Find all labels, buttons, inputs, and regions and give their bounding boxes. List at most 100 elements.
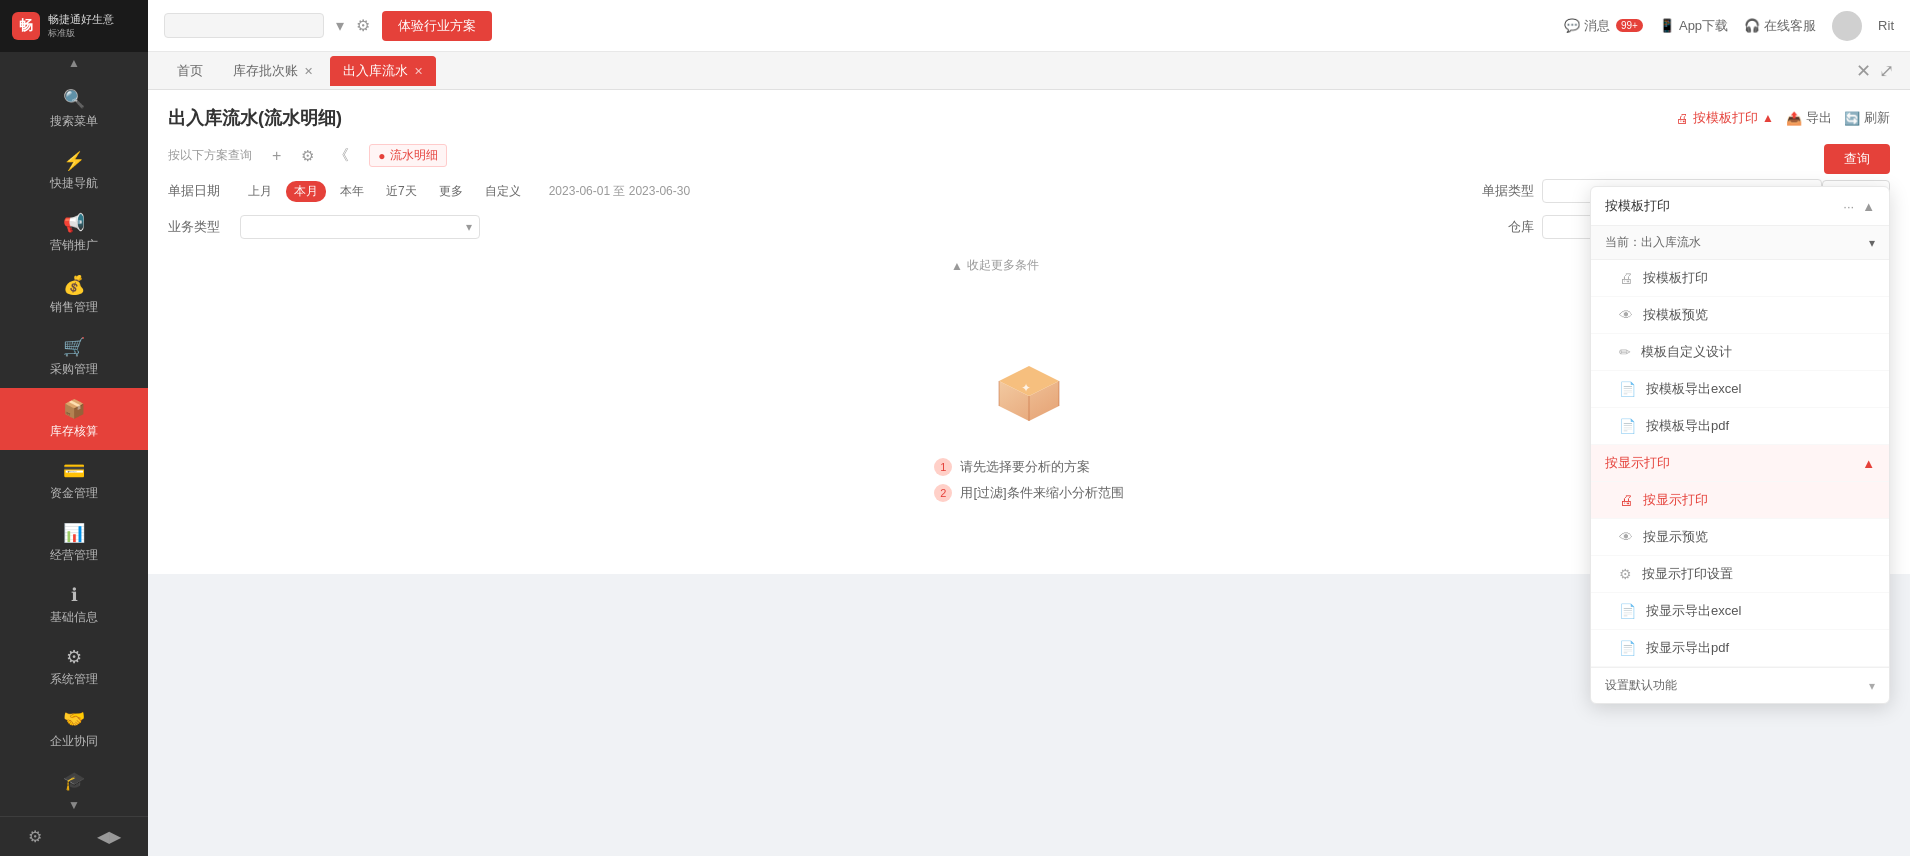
topbar-notification[interactable]: 💬 消息 99+ bbox=[1564, 17, 1643, 35]
topbar-avatar[interactable] bbox=[1832, 11, 1862, 41]
sidebar-item-quick-nav[interactable]: ⚡快捷导航 bbox=[0, 140, 148, 202]
empty-icon: ✦ bbox=[979, 346, 1079, 446]
filter-collapse-row[interactable]: ▲ 收起更多条件 bbox=[168, 251, 1822, 274]
sidebar-scroll-down[interactable]: ▼ bbox=[0, 794, 148, 816]
topbar-industry-button[interactable]: 体验行业方案 bbox=[382, 11, 492, 41]
export-label: 导出 bbox=[1806, 109, 1832, 127]
sidebar-icon-quick-nav: ⚡ bbox=[63, 150, 85, 172]
dropdown-item-display-pdf[interactable]: 📄 按显示导出pdf bbox=[1591, 630, 1889, 667]
sidebar-label-sales: 销售管理 bbox=[50, 299, 98, 316]
dropdown-section-display[interactable]: 按显示打印 ▲ bbox=[1591, 445, 1889, 482]
date-opt-custom[interactable]: 自定义 bbox=[477, 181, 529, 202]
dropdown-item-display-settings[interactable]: ⚙ 按显示打印设置 bbox=[1591, 556, 1889, 593]
item-template-print-label: 按模板打印 bbox=[1643, 269, 1708, 287]
footer-settings-label: 设置默认功能 bbox=[1605, 677, 1677, 694]
hint-1-num: 1 bbox=[934, 458, 952, 476]
item-display-print-label: 按显示打印 bbox=[1643, 491, 1708, 509]
biz-type-field: ▾ bbox=[240, 215, 480, 239]
sidebar-scroll-up[interactable]: ▲ bbox=[0, 52, 148, 74]
sidebar-item-basic[interactable]: ℹ基础信息 bbox=[0, 574, 148, 636]
sidebar-item-operations[interactable]: 📊经营管理 bbox=[0, 512, 148, 574]
dropdown-item-display-excel[interactable]: 📄 按显示导出excel bbox=[1591, 593, 1889, 630]
refresh-icon: 🔄 bbox=[1844, 111, 1860, 126]
date-opt-last7[interactable]: 近7天 bbox=[378, 181, 425, 202]
dropdown-chevron-up[interactable]: ▲ bbox=[1862, 199, 1875, 214]
tab-close-flow[interactable]: ✕ bbox=[414, 65, 423, 78]
refresh-button[interactable]: 🔄 刷新 bbox=[1844, 109, 1890, 127]
sidebar-settings-icon[interactable]: ⚙ bbox=[28, 827, 42, 846]
template-print-label: 按模板打印 bbox=[1693, 109, 1758, 127]
sidebar-item-marketing[interactable]: 📢营销推广 bbox=[0, 202, 148, 264]
topbar-dropdown-icon[interactable]: ▾ bbox=[336, 16, 344, 35]
dropdown-title: 按模板打印 bbox=[1605, 197, 1670, 215]
filter-collapse-button[interactable]: 《 bbox=[334, 146, 349, 165]
biz-type-arrow: ▾ bbox=[466, 220, 472, 234]
sidebar-icon-finance: 💳 bbox=[63, 460, 85, 482]
app-label: App下载 bbox=[1679, 17, 1728, 35]
tab-close-window[interactable]: ✕ bbox=[1856, 60, 1871, 82]
dropdown-dots-icon[interactable]: ··· bbox=[1843, 199, 1854, 214]
sidebar-item-collab[interactable]: 🤝企业协同 bbox=[0, 698, 148, 760]
filter-gear-button[interactable]: ⚙ bbox=[301, 147, 314, 165]
dropdown-item-template-print[interactable]: 🖨 按模板打印 bbox=[1591, 260, 1889, 297]
notification-badge: 99+ bbox=[1616, 19, 1643, 32]
sidebar-icon-purchase: 🛒 bbox=[63, 336, 85, 358]
date-opt-current_year[interactable]: 本年 bbox=[332, 181, 372, 202]
date-opt-current_month[interactable]: 本月 bbox=[286, 181, 326, 202]
section-display-label: 按显示打印 bbox=[1605, 454, 1670, 472]
dropdown-sub-chevron: ▾ bbox=[1869, 236, 1875, 250]
item-display-preview-label: 按显示预览 bbox=[1643, 528, 1708, 546]
tab-item-batch[interactable]: 库存批次账✕ bbox=[220, 56, 326, 86]
filter-tag[interactable]: ● 流水明细 bbox=[369, 144, 446, 167]
filter-row-date: 单据日期 上月本月本年近7天更多自定义 2023-06-01 至 2023-06… bbox=[168, 179, 1822, 203]
service-icon: 🎧 bbox=[1744, 18, 1760, 33]
sidebar-item-search[interactable]: 🔍搜索菜单 bbox=[0, 78, 148, 140]
dropdown-item-template-preview[interactable]: 👁 按模板预览 bbox=[1591, 297, 1889, 334]
date-opt-more[interactable]: 更多 bbox=[431, 181, 471, 202]
tab-maximize[interactable]: ⤢ bbox=[1879, 60, 1894, 82]
page-title: 出入库流水(流水明细) bbox=[168, 106, 342, 130]
dropdown-item-template-pdf[interactable]: 📄 按模板导出pdf bbox=[1591, 408, 1889, 445]
dropdown-footer[interactable]: 设置默认功能 ▾ bbox=[1591, 667, 1889, 703]
topbar-online-service[interactable]: 🎧 在线客服 bbox=[1744, 17, 1816, 35]
sidebar-label-system: 系统管理 bbox=[50, 671, 98, 688]
sidebar-item-inventory[interactable]: 📦库存核算 bbox=[0, 388, 148, 450]
export-button[interactable]: 📤 导出 bbox=[1786, 109, 1832, 127]
item-display-settings-label: 按显示打印设置 bbox=[1642, 565, 1733, 583]
item-template-design-label: 模板自定义设计 bbox=[1641, 343, 1732, 361]
sidebar-label-finance: 资金管理 bbox=[50, 485, 98, 502]
page-header: 出入库流水(流水明细) 🖨 按模板打印 ▲ 📤 导出 🔄 刷新 bbox=[148, 90, 1910, 130]
sidebar-item-system[interactable]: ⚙系统管理 bbox=[0, 636, 148, 698]
tabs-right: ✕ ⤢ bbox=[1856, 60, 1894, 82]
sidebar-item-newbie[interactable]: 🎓新手引导 bbox=[0, 760, 148, 794]
tab-item-flow[interactable]: 出入库流水✕ bbox=[330, 56, 436, 86]
sidebar-label-collab: 企业协同 bbox=[50, 733, 98, 750]
tab-item-home[interactable]: 首页 bbox=[164, 56, 216, 86]
dropdown-item-template-excel[interactable]: 📄 按模板导出excel bbox=[1591, 371, 1889, 408]
date-opt-last_month[interactable]: 上月 bbox=[240, 181, 280, 202]
topbar-app-download[interactable]: 📱 App下载 bbox=[1659, 17, 1728, 35]
sidebar-collapse-icon[interactable]: ◀▶ bbox=[97, 827, 121, 846]
topbar-gear-icon[interactable]: ⚙ bbox=[356, 16, 370, 35]
item-pdf-icon-1: 📄 bbox=[1619, 418, 1636, 434]
item-template-excel-label: 按模板导出excel bbox=[1646, 380, 1741, 398]
topbar-search-input[interactable] bbox=[164, 13, 324, 38]
dropdown-header-icons: ··· ▲ bbox=[1843, 199, 1875, 214]
template-print-button[interactable]: 🖨 按模板打印 ▲ bbox=[1676, 109, 1774, 127]
biz-type-input[interactable] bbox=[240, 215, 480, 239]
dropdown-item-display-print[interactable]: 🖨 按显示打印 bbox=[1591, 482, 1889, 519]
collapse-up-icon: ▲ bbox=[951, 259, 963, 273]
query-button[interactable]: 查询 bbox=[1824, 144, 1890, 174]
app-icon: 📱 bbox=[1659, 18, 1675, 33]
filter-tag-dot: ● bbox=[378, 149, 385, 163]
sidebar-icon-inventory: 📦 bbox=[63, 398, 85, 420]
tab-close-batch[interactable]: ✕ bbox=[304, 65, 313, 78]
filter-add-button[interactable]: + bbox=[272, 147, 281, 165]
item-template-preview-label: 按模板预览 bbox=[1643, 306, 1708, 324]
sidebar-icon-sales: 💰 bbox=[63, 274, 85, 296]
dropdown-item-display-preview[interactable]: 👁 按显示预览 bbox=[1591, 519, 1889, 556]
sidebar-item-sales[interactable]: 💰 销售管理 bbox=[0, 264, 148, 326]
sidebar-item-purchase[interactable]: 🛒采购管理 bbox=[0, 326, 148, 388]
sidebar-item-finance[interactable]: 💳 资金管理 bbox=[0, 450, 148, 512]
dropdown-item-template-design[interactable]: ✏ 模板自定义设计 bbox=[1591, 334, 1889, 371]
